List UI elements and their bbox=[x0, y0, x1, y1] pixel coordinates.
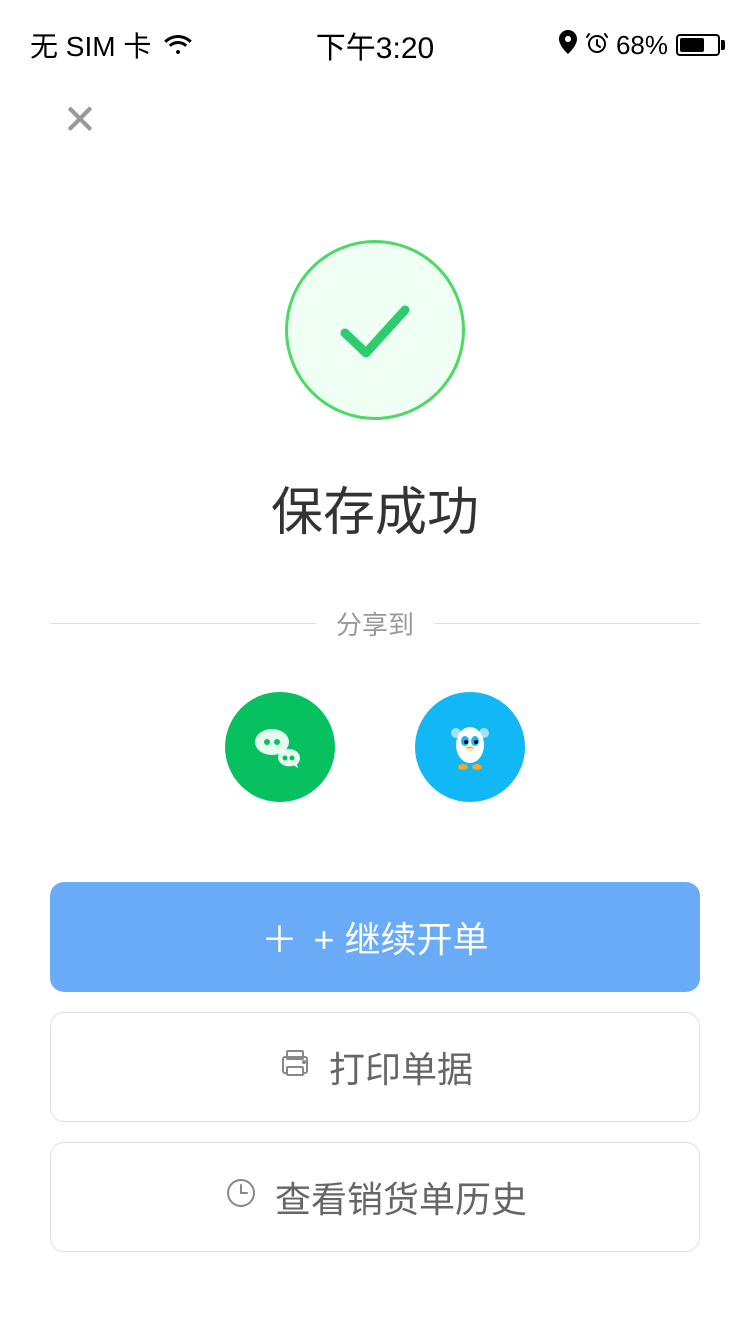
status-left: 无 SIM 卡 bbox=[30, 25, 193, 65]
divider-left bbox=[50, 623, 316, 624]
battery-text: 68% bbox=[616, 30, 668, 61]
success-circle bbox=[285, 240, 465, 420]
success-title: 保存成功 bbox=[271, 470, 479, 545]
status-right: 68% bbox=[558, 30, 720, 61]
divider-right bbox=[434, 623, 700, 624]
print-button[interactable]: 打印单据 bbox=[50, 1012, 700, 1122]
qq-icon bbox=[438, 715, 503, 780]
status-bar: 无 SIM 卡 下午3:20 68% bbox=[0, 0, 750, 80]
history-button[interactable]: 查看销货单历史 bbox=[50, 1142, 700, 1252]
continue-icon: ＋ bbox=[261, 911, 297, 963]
location-icon bbox=[558, 30, 578, 61]
print-icon bbox=[277, 1045, 313, 1090]
close-icon: ✕ bbox=[62, 99, 97, 141]
wechat-icon bbox=[248, 715, 313, 780]
action-buttons: ＋ + 继续开单 打印单据 查看销货单历 bbox=[50, 882, 700, 1252]
continue-button[interactable]: ＋ + 继续开单 bbox=[50, 882, 700, 992]
sim-text: 无 SIM 卡 bbox=[30, 25, 151, 65]
wechat-share-button[interactable] bbox=[225, 692, 335, 802]
main-content: 保存成功 分享到 bbox=[0, 80, 750, 1252]
alarm-icon bbox=[586, 30, 608, 61]
battery-icon bbox=[676, 34, 720, 56]
print-label: 打印单据 bbox=[329, 1041, 473, 1093]
share-label: 分享到 bbox=[336, 605, 414, 642]
status-time: 下午3:20 bbox=[316, 23, 434, 67]
qq-share-button[interactable] bbox=[415, 692, 525, 802]
continue-label: + 继续开单 bbox=[313, 911, 488, 963]
history-label: 查看销货单历史 bbox=[275, 1171, 527, 1223]
share-divider: 分享到 bbox=[50, 605, 700, 642]
close-button[interactable]: ✕ bbox=[50, 90, 110, 150]
checkmark-icon bbox=[330, 285, 420, 375]
share-icons bbox=[225, 692, 525, 802]
wifi-icon bbox=[163, 29, 193, 61]
history-icon bbox=[223, 1175, 259, 1220]
